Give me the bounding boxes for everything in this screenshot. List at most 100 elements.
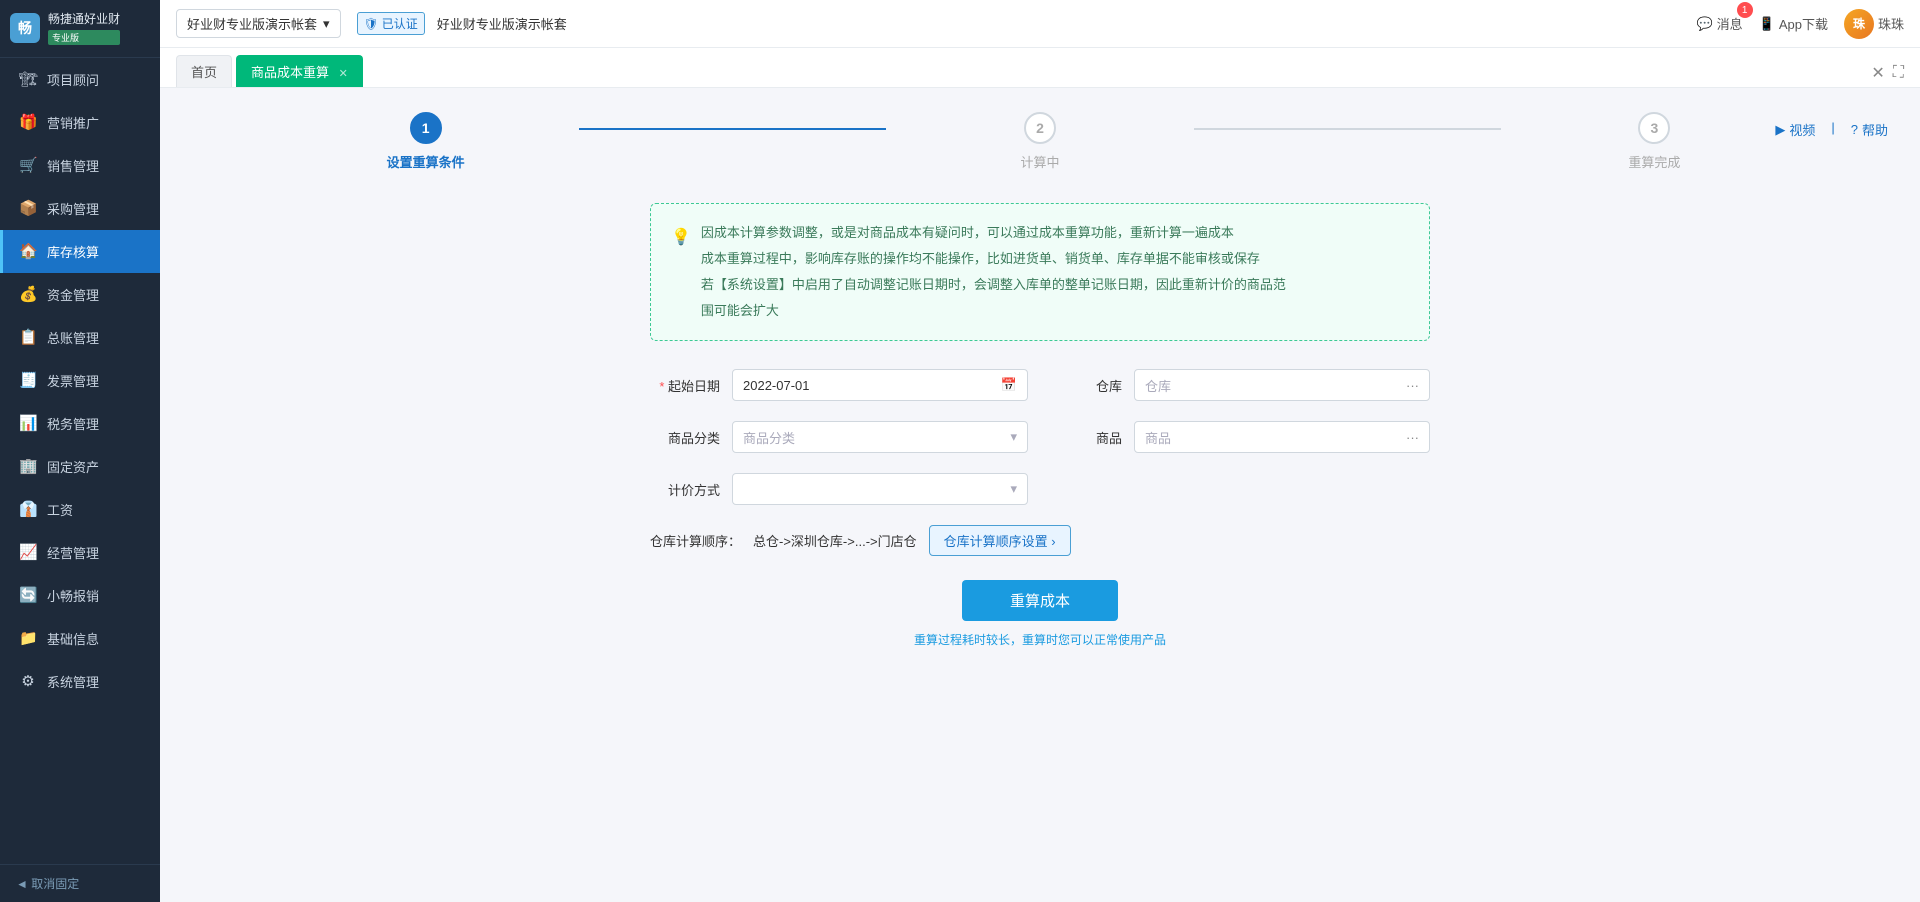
message-icon: 💬 xyxy=(1696,16,1712,32)
sidebar-item-accounting[interactable]: 📋总账管理 xyxy=(0,316,160,359)
expand-window-icon[interactable]: ⛶ xyxy=(1893,64,1904,82)
step-2-label: 计算中 xyxy=(1021,152,1060,171)
sidebar-icon-accounting: 📋 xyxy=(19,328,37,346)
step-1: 1 设置重算条件 xyxy=(272,112,579,171)
calc-order-label: 仓库计算顺序： xyxy=(650,531,741,550)
tab-home[interactable]: 首页 xyxy=(176,55,232,87)
sidebar-label-assets: 固定资产 xyxy=(47,457,99,476)
sidebar-unpin[interactable]: ◄ 取消固定 xyxy=(0,864,160,902)
calendar-icon: 📅 xyxy=(1001,377,1017,393)
sidebar-icon-purchase: 📦 xyxy=(19,199,37,217)
message-badge: 1 xyxy=(1737,2,1753,18)
pricing-select[interactable]: ▾ xyxy=(732,473,1028,505)
sidebar-label-sales: 销售管理 xyxy=(47,156,99,175)
sidebar-label-purchase: 采购管理 xyxy=(47,199,99,218)
sidebar-item-marketing[interactable]: 🎁营销推广 xyxy=(0,101,160,144)
sidebar-icon-salary: 👔 xyxy=(19,500,37,518)
sidebar-label-ops: 经营管理 xyxy=(47,543,99,562)
step-3: 3 重算完成 xyxy=(1501,112,1808,171)
step-3-circle: 3 xyxy=(1638,112,1670,144)
shield-icon: 🛡 xyxy=(364,17,379,31)
sidebar-label-tax: 税务管理 xyxy=(47,414,99,433)
step-line-1 xyxy=(579,128,886,130)
calc-order-value: 总仓->深圳仓库->...->门店仓 xyxy=(753,531,917,550)
sidebar-item-basic[interactable]: 📁基础信息 xyxy=(0,617,160,660)
sidebar-icon-expense: 🔄 xyxy=(19,586,37,604)
sidebar-item-ops[interactable]: 📈 经营管理 xyxy=(0,531,160,574)
video-btn[interactable]: ▶ 视频 xyxy=(1775,120,1815,139)
product-more-icon: ··· xyxy=(1406,430,1419,445)
sidebar-item-inventory[interactable]: 🏠 库存核算 xyxy=(0,230,160,273)
calc-order-btn-label: 仓库计算顺序设置 › xyxy=(944,531,1056,550)
recalc-btn[interactable]: 重算成本 xyxy=(962,580,1118,621)
step-2-circle: 2 xyxy=(1024,112,1056,144)
close-window-icon[interactable]: ✕ xyxy=(1871,63,1884,83)
sidebar-item-project[interactable]: 🏗项目顾问 xyxy=(0,58,160,101)
notice-line2: 成本重算过程中，影响库存账的操作均不能操作，比如进货单、销货单、库存单据不能审核… xyxy=(701,246,1286,272)
category-placeholder: 商品分类 xyxy=(743,428,795,447)
sidebar-label-expense: 小畅报销 xyxy=(47,586,99,605)
step-1-circle: 1 xyxy=(410,112,442,144)
logo-icon: 畅 xyxy=(10,13,40,43)
topbar-right: 💬 消息 1 📱 App下载 珠 珠珠 xyxy=(1696,9,1904,39)
sidebar-logo: 畅 畅捷通好业财 专业版 xyxy=(0,0,160,58)
content: 1 设置重算条件 2 计算中 3 重算完成 ▶ 视频 xyxy=(160,88,1920,902)
pricing-chevron-down-icon: ▾ xyxy=(1010,481,1017,497)
sidebar-label-project: 项目顾问 xyxy=(47,70,99,89)
sidebar-icon-finance: 💰 xyxy=(19,285,37,303)
warehouse-input[interactable]: 仓库 ··· xyxy=(1134,369,1430,401)
start-date-value: 2022-07-01 xyxy=(743,378,810,393)
sidebar-icon-ops: 📈 xyxy=(19,543,37,561)
product-input[interactable]: 商品 ··· xyxy=(1134,421,1430,453)
tabbar-right: ✕ ⛶ xyxy=(1871,63,1904,87)
sidebar-item-finance[interactable]: 💰 资金管理 xyxy=(0,273,160,316)
notice-line3: 若【系统设置】中启用了自动调整记账日期时，会调整入库单的整单记账日期，因此重新计… xyxy=(701,272,1286,298)
account-select[interactable]: 好业财专业版演示帐套 ▾ xyxy=(176,9,341,38)
calc-order-row: 仓库计算顺序： 总仓->深圳仓库->...->门店仓 仓库计算顺序设置 › xyxy=(650,525,1430,556)
sidebar-item-tax[interactable]: 📊 税务管理 xyxy=(0,402,160,445)
warehouse-more-icon: ··· xyxy=(1406,378,1419,393)
form-group-category: 商品分类 商品分类 ▾ xyxy=(650,421,1028,453)
form-row-1: 起始日期 2022-07-01 📅 仓库 仓库 ··· xyxy=(650,369,1430,401)
sidebar-icon-system: ⚙ xyxy=(19,672,37,690)
sidebar-label-inventory: 库存核算 xyxy=(47,242,99,261)
calc-order-btn[interactable]: 仓库计算顺序设置 › xyxy=(929,525,1071,556)
notice-line1: 因成本计算参数调整，或是对商品成本有疑问时，可以通过成本重算功能，重新计算一遍成… xyxy=(701,220,1286,246)
sidebar-item-purchase[interactable]: 📦 采购管理 xyxy=(0,187,160,230)
sidebar-icon-basic: 📁 xyxy=(19,629,37,647)
step-2: 2 计算中 xyxy=(886,112,1193,171)
sidebar-item-system[interactable]: ⚙系统管理 xyxy=(0,660,160,703)
sidebar-icon-inventory: 🏠 xyxy=(19,242,37,260)
category-select[interactable]: 商品分类 ▾ xyxy=(732,421,1028,453)
user-profile[interactable]: 珠 珠珠 xyxy=(1844,9,1904,39)
sidebar-item-expense[interactable]: 🔄 小畅报销 xyxy=(0,574,160,617)
hint-text: 重算过程耗时较长，重算时您可以正常使用产品 xyxy=(650,631,1430,648)
verified-badge: 🛡 已认证 xyxy=(357,12,425,35)
sidebar-item-sales[interactable]: 🛒 销售管理 xyxy=(0,144,160,187)
sidebar-item-salary[interactable]: 👔 工资 xyxy=(0,488,160,531)
start-date-input[interactable]: 2022-07-01 📅 xyxy=(732,369,1028,401)
logo-badge: 专业版 xyxy=(48,30,120,45)
help-btn[interactable]: ? 帮助 xyxy=(1851,120,1888,139)
sidebar-label-invoice: 发票管理 xyxy=(47,371,99,390)
sidebar-icon-sales: 🛒 xyxy=(19,156,37,174)
sidebar-icon-assets: 🏢 xyxy=(19,457,37,475)
app-download-button[interactable]: 📱 App下载 xyxy=(1759,14,1828,33)
form: 起始日期 2022-07-01 📅 仓库 仓库 ··· 商 xyxy=(650,369,1430,648)
start-date-label: 起始日期 xyxy=(650,376,720,395)
sidebar-label-finance: 资金管理 xyxy=(47,285,99,304)
product-label: 商品 xyxy=(1052,428,1122,447)
message-button[interactable]: 💬 消息 1 xyxy=(1696,14,1742,33)
verified-label: 🛡 已认证 xyxy=(357,12,425,35)
close-tab-icon[interactable]: ✕ xyxy=(339,68,348,80)
sidebar-item-invoice[interactable]: 🧾发票管理 xyxy=(0,359,160,402)
topbar: 好业财专业版演示帐套 ▾ 🛡 已认证 好业财专业版演示帐套 💬 消息 1 📱 A… xyxy=(160,0,1920,48)
sidebar-item-assets[interactable]: 🏢 固定资产 xyxy=(0,445,160,488)
recalc-btn-label: 重算成本 xyxy=(1010,593,1070,610)
sidebar-icon-tax: 📊 xyxy=(19,414,37,432)
avatar: 珠 xyxy=(1844,9,1874,39)
sidebar-label-salary: 工资 xyxy=(47,500,73,519)
notice-box: 💡 因成本计算参数调整，或是对商品成本有疑问时，可以通过成本重算功能，重新计算一… xyxy=(650,203,1430,341)
tab-cost-recalc[interactable]: 商品成本重算 ✕ xyxy=(236,55,363,87)
sidebar-nav: 🏗项目顾问🎁营销推广 🛒 销售管理 📦 采购管理 🏠 库存核算 💰 资金管理 📋总账管理🧾发票管理… xyxy=(0,58,160,864)
